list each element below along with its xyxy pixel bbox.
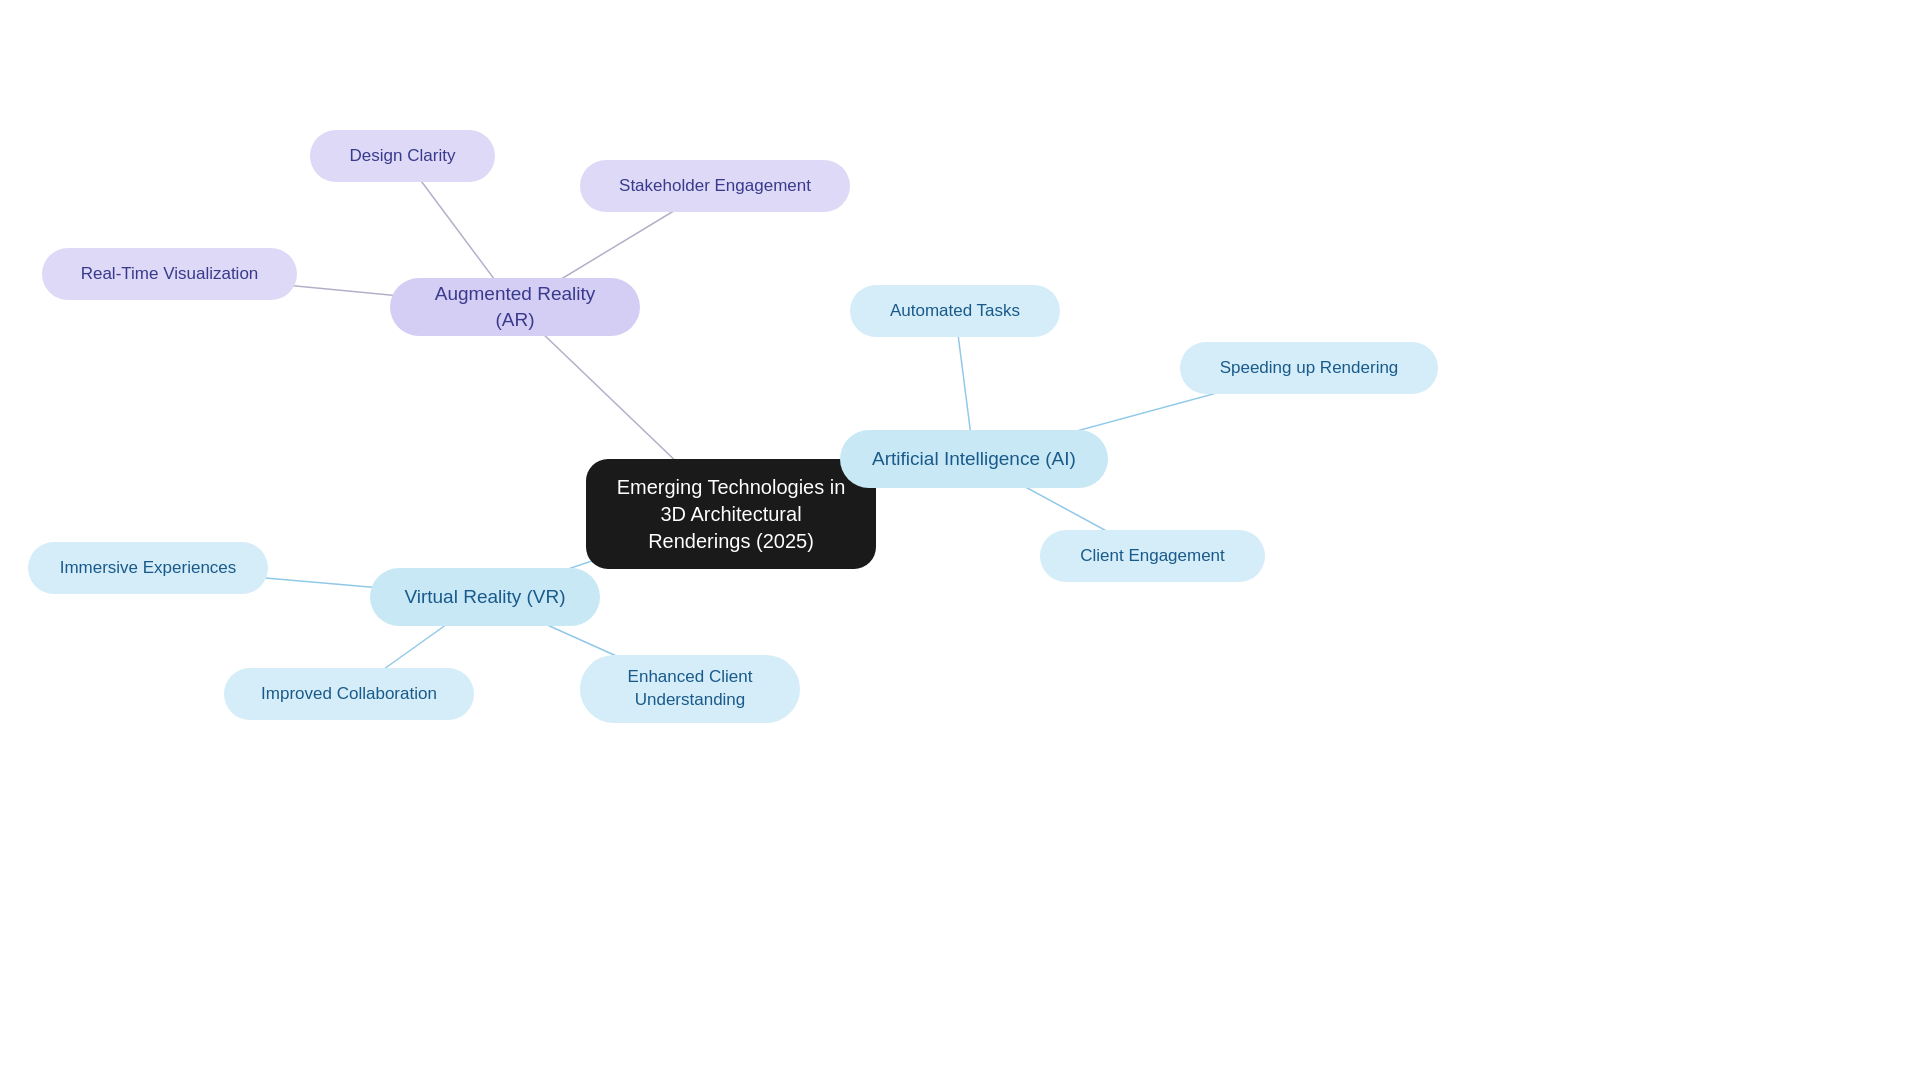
node-automated[interactable]: Automated Tasks xyxy=(850,285,1060,337)
node-immersive[interactable]: Immersive Experiences xyxy=(28,542,268,594)
center-node[interactable]: Emerging Technologies in 3D Architectura… xyxy=(586,459,876,569)
node-speeding[interactable]: Speeding up Rendering xyxy=(1180,342,1438,394)
node-design-clarity[interactable]: Design Clarity xyxy=(310,130,495,182)
node-ar[interactable]: Augmented Reality (AR) xyxy=(390,278,640,336)
node-stakeholder[interactable]: Stakeholder Engagement xyxy=(580,160,850,212)
node-realtime[interactable]: Real-Time Visualization xyxy=(42,248,297,300)
node-client-engagement[interactable]: Client Engagement xyxy=(1040,530,1265,582)
node-ai[interactable]: Artificial Intelligence (AI) xyxy=(840,430,1108,488)
node-improved-collab[interactable]: Improved Collaboration xyxy=(224,668,474,720)
node-vr[interactable]: Virtual Reality (VR) xyxy=(370,568,600,626)
node-enhanced-client[interactable]: Enhanced Client Understanding xyxy=(580,655,800,723)
